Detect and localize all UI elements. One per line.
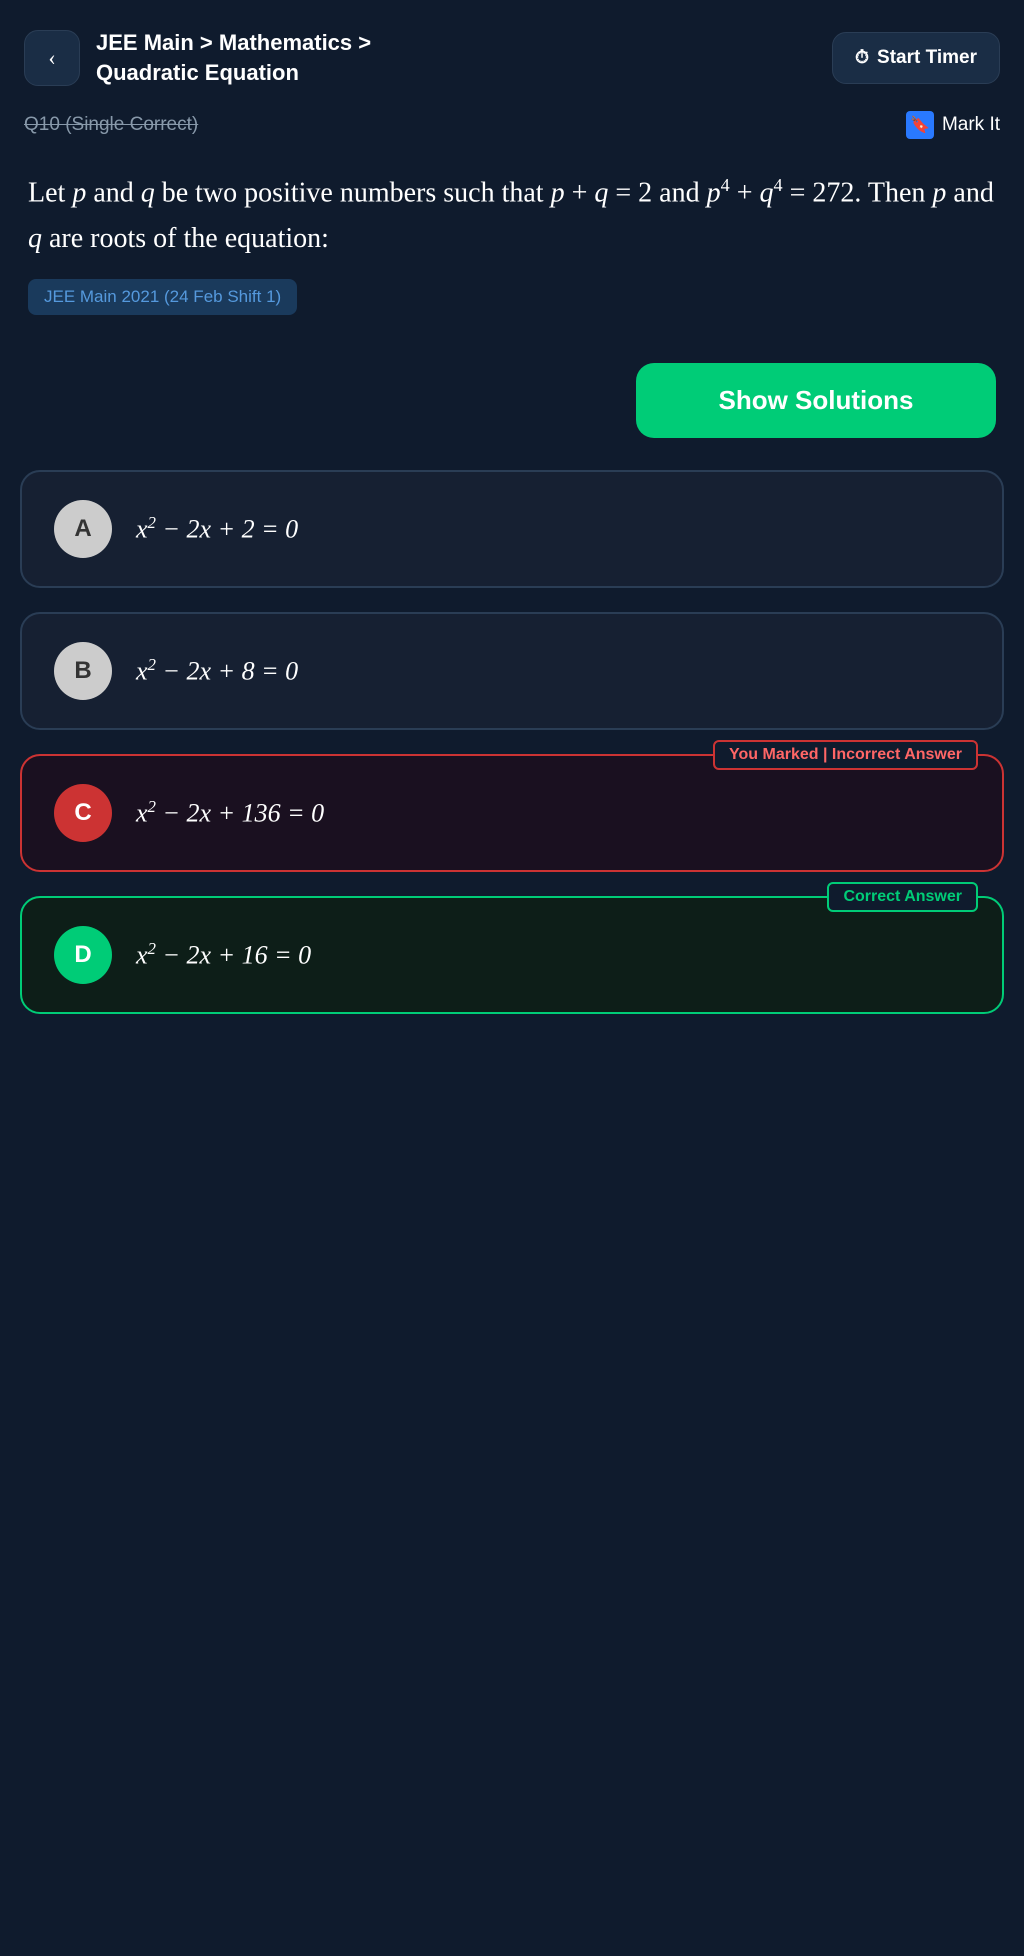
question-text: Let p and q be two positive numbers such… <box>28 171 996 261</box>
correct-answer-badge: Correct Answer <box>827 882 978 912</box>
option-a-circle: A <box>54 500 112 558</box>
option-c-circle: C <box>54 784 112 842</box>
breadcrumb: JEE Main > Mathematics >Quadratic Equati… <box>96 28 371 87</box>
option-a[interactable]: A x2 − 2x + 2 = 0 <box>20 470 1004 588</box>
option-c[interactable]: You Marked | Incorrect Answer C x2 − 2x … <box>20 754 1004 872</box>
start-timer-label: Start Timer <box>877 47 977 69</box>
source-tag: JEE Main 2021 (24 Feb Shift 1) <box>28 279 297 315</box>
show-solutions-button[interactable]: Show Solutions <box>636 363 996 438</box>
option-d[interactable]: Correct Answer D x2 − 2x + 16 = 0 <box>20 896 1004 1014</box>
timer-icon: ⏱ <box>855 47 869 68</box>
incorrect-answer-badge: You Marked | Incorrect Answer <box>713 740 978 770</box>
header-left: ‹ JEE Main > Mathematics >Quadratic Equa… <box>24 28 371 87</box>
options-area: A x2 − 2x + 2 = 0 B x2 − 2x + 8 = 0 You … <box>0 470 1024 1038</box>
option-d-circle: D <box>54 926 112 984</box>
mark-it-label: Mark It <box>942 114 1000 136</box>
question-content: Let p and q be two positive numbers such… <box>0 155 1024 363</box>
option-b[interactable]: B x2 − 2x + 8 = 0 <box>20 612 1004 730</box>
option-a-formula: x2 − 2x + 2 = 0 <box>136 513 298 545</box>
option-b-circle: B <box>54 642 112 700</box>
option-b-formula: x2 − 2x + 8 = 0 <box>136 655 298 687</box>
mark-it-button[interactable]: 🔖 Mark It <box>906 111 1000 139</box>
start-timer-button[interactable]: ⏱ Start Timer <box>832 32 1000 84</box>
bookmark-icon: 🔖 <box>906 111 934 139</box>
option-c-formula: x2 − 2x + 136 = 0 <box>136 797 324 829</box>
show-solutions-area: Show Solutions <box>0 363 1024 470</box>
option-d-formula: x2 − 2x + 16 = 0 <box>136 939 311 971</box>
back-arrow-icon: ‹ <box>48 47 55 69</box>
page-header: ‹ JEE Main > Mathematics >Quadratic Equa… <box>0 0 1024 103</box>
question-number: Q10 (Single Correct) <box>24 114 198 136</box>
back-button[interactable]: ‹ <box>24 30 80 86</box>
question-meta: Q10 (Single Correct) 🔖 Mark It <box>0 103 1024 155</box>
